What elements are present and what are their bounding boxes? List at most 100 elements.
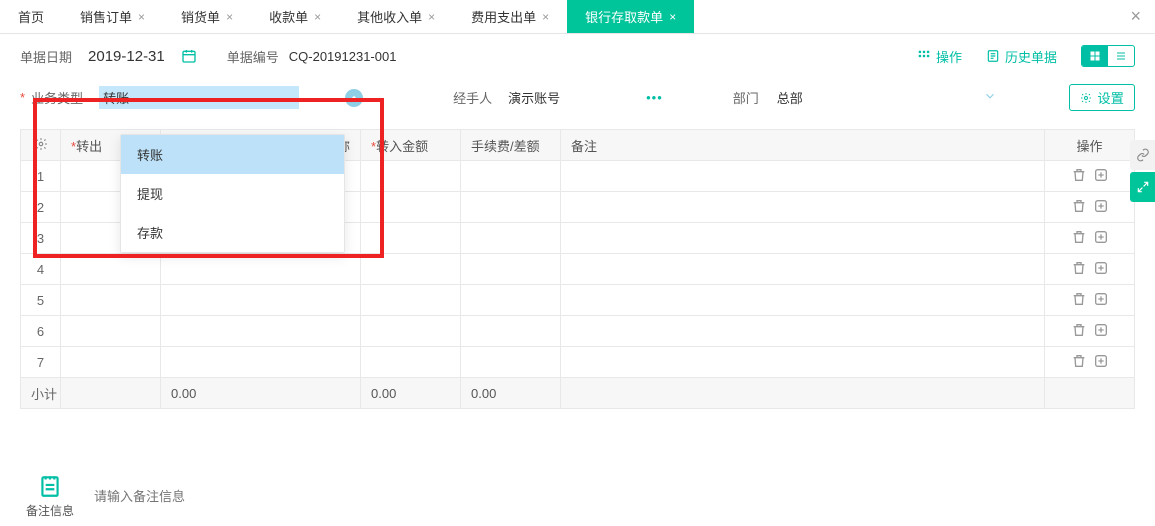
cell-name[interactable] <box>161 254 361 285</box>
table-row[interactable]: 5 <box>21 285 1135 316</box>
cell-fee[interactable] <box>461 223 561 254</box>
tab-home[interactable]: 首页 <box>0 0 62 33</box>
delete-icon[interactable] <box>1071 167 1087 183</box>
form-header: 单据日期 2019-12-31 单据编号 CQ-20191231-001 操作 … <box>0 34 1155 78</box>
cell-fee[interactable] <box>461 316 561 347</box>
subtotal-label: 小计 <box>21 378 61 409</box>
view-toggle <box>1081 45 1135 67</box>
ops-button[interactable]: 操作 <box>917 47 962 66</box>
dropdown-item-label: 存款 <box>137 226 163 241</box>
col-fee: 手续费/差额 <box>461 130 561 161</box>
required-star: * <box>20 90 25 105</box>
dropdown-item-label: 提现 <box>137 187 163 202</box>
row-index: 5 <box>21 285 61 316</box>
tab-bank-transfer[interactable]: 银行存取款单 × <box>567 0 694 33</box>
notepad-icon <box>37 473 63 499</box>
delete-icon[interactable] <box>1071 291 1087 307</box>
view-list-button[interactable] <box>1108 46 1134 66</box>
cell-remark[interactable] <box>561 192 1045 223</box>
cell-out[interactable] <box>61 254 161 285</box>
cell-in-amount[interactable] <box>361 254 461 285</box>
cell-remark[interactable] <box>561 161 1045 192</box>
subtotal-row: 小计 0.00 0.00 0.00 <box>21 378 1135 409</box>
tab-label: 银行存取款单 <box>585 7 663 26</box>
cell-out[interactable] <box>61 347 161 378</box>
cell-in-amount[interactable] <box>361 347 461 378</box>
cell-remark[interactable] <box>561 223 1045 254</box>
cell-in-amount[interactable] <box>361 316 461 347</box>
cell-fee[interactable] <box>461 254 561 285</box>
table-row[interactable]: 4 <box>21 254 1135 285</box>
handler-label: 经手人 <box>453 88 492 107</box>
add-icon[interactable] <box>1093 198 1109 214</box>
cell-fee[interactable] <box>461 347 561 378</box>
dropdown-item-transfer[interactable]: 转账 <box>121 135 344 174</box>
close-icon[interactable]: × <box>138 10 145 24</box>
filter-row: * 业务类型 转账 经手人 演示账号 ••• 部门 总部 设置 <box>0 78 1155 129</box>
notes-icon-block[interactable]: 备注信息 <box>20 466 80 526</box>
date-value[interactable]: 2019-12-31 <box>88 48 165 65</box>
cell-in-amount[interactable] <box>361 285 461 316</box>
cell-in-amount[interactable] <box>361 223 461 254</box>
history-button[interactable]: 历史单据 <box>986 47 1057 66</box>
cell-name[interactable] <box>161 316 361 347</box>
table-row[interactable]: 6 <box>21 316 1135 347</box>
cell-in-amount[interactable] <box>361 192 461 223</box>
gear-header[interactable] <box>21 130 61 161</box>
cell-ops <box>1045 254 1135 285</box>
cell-ops <box>1045 285 1135 316</box>
link-icon[interactable] <box>1130 140 1155 170</box>
delete-icon[interactable] <box>1071 229 1087 245</box>
add-icon[interactable] <box>1093 353 1109 369</box>
delete-icon[interactable] <box>1071 353 1087 369</box>
history-label: 历史单据 <box>1005 47 1057 66</box>
expand-icon[interactable] <box>1130 172 1155 202</box>
biz-type-select[interactable]: 转账 <box>99 86 299 109</box>
tab-delivery[interactable]: 销货单× <box>163 0 251 33</box>
biz-type-dropdown: 转账 提现 存款 <box>120 134 345 253</box>
table-row[interactable]: 7 <box>21 347 1135 378</box>
tab-other-income[interactable]: 其他收入单× <box>339 0 453 33</box>
tab-receipt[interactable]: 收款单× <box>251 0 339 33</box>
add-icon[interactable] <box>1093 167 1109 183</box>
calendar-icon[interactable] <box>181 48 197 64</box>
view-grid-button[interactable] <box>1082 46 1108 66</box>
notes-input-wrap <box>94 466 1135 526</box>
dropdown-item-deposit[interactable]: 存款 <box>121 213 344 252</box>
close-icon[interactable]: × <box>669 10 676 24</box>
tab-expense[interactable]: 费用支出单× <box>453 0 567 33</box>
cell-fee[interactable] <box>461 192 561 223</box>
chevron-up-icon[interactable] <box>345 89 363 107</box>
cell-in-amount[interactable] <box>361 161 461 192</box>
add-icon[interactable] <box>1093 322 1109 338</box>
more-icon[interactable]: ••• <box>646 90 663 105</box>
cell-remark[interactable] <box>561 285 1045 316</box>
dropdown-item-withdraw[interactable]: 提现 <box>121 174 344 213</box>
cell-remark[interactable] <box>561 254 1045 285</box>
cell-fee[interactable] <box>461 161 561 192</box>
date-label: 单据日期 <box>20 47 72 66</box>
settings-button[interactable]: 设置 <box>1069 84 1135 111</box>
delete-icon[interactable] <box>1071 260 1087 276</box>
add-icon[interactable] <box>1093 291 1109 307</box>
cell-out[interactable] <box>61 285 161 316</box>
delete-icon[interactable] <box>1071 322 1087 338</box>
cell-out[interactable] <box>61 316 161 347</box>
close-icon[interactable]: × <box>226 10 233 24</box>
close-icon[interactable]: × <box>542 10 549 24</box>
close-icon[interactable]: × <box>314 10 321 24</box>
cell-ops <box>1045 347 1135 378</box>
tab-sales-order[interactable]: 销售订单× <box>62 0 163 33</box>
cell-fee[interactable] <box>461 285 561 316</box>
add-icon[interactable] <box>1093 260 1109 276</box>
close-all-button[interactable]: × <box>1116 0 1155 33</box>
add-icon[interactable] <box>1093 229 1109 245</box>
cell-remark[interactable] <box>561 347 1045 378</box>
cell-name[interactable] <box>161 347 361 378</box>
close-icon[interactable]: × <box>428 10 435 24</box>
cell-name[interactable] <box>161 285 361 316</box>
notes-input[interactable] <box>94 489 1135 504</box>
dept-select[interactable]: 总部 <box>777 88 997 107</box>
delete-icon[interactable] <box>1071 198 1087 214</box>
cell-remark[interactable] <box>561 316 1045 347</box>
